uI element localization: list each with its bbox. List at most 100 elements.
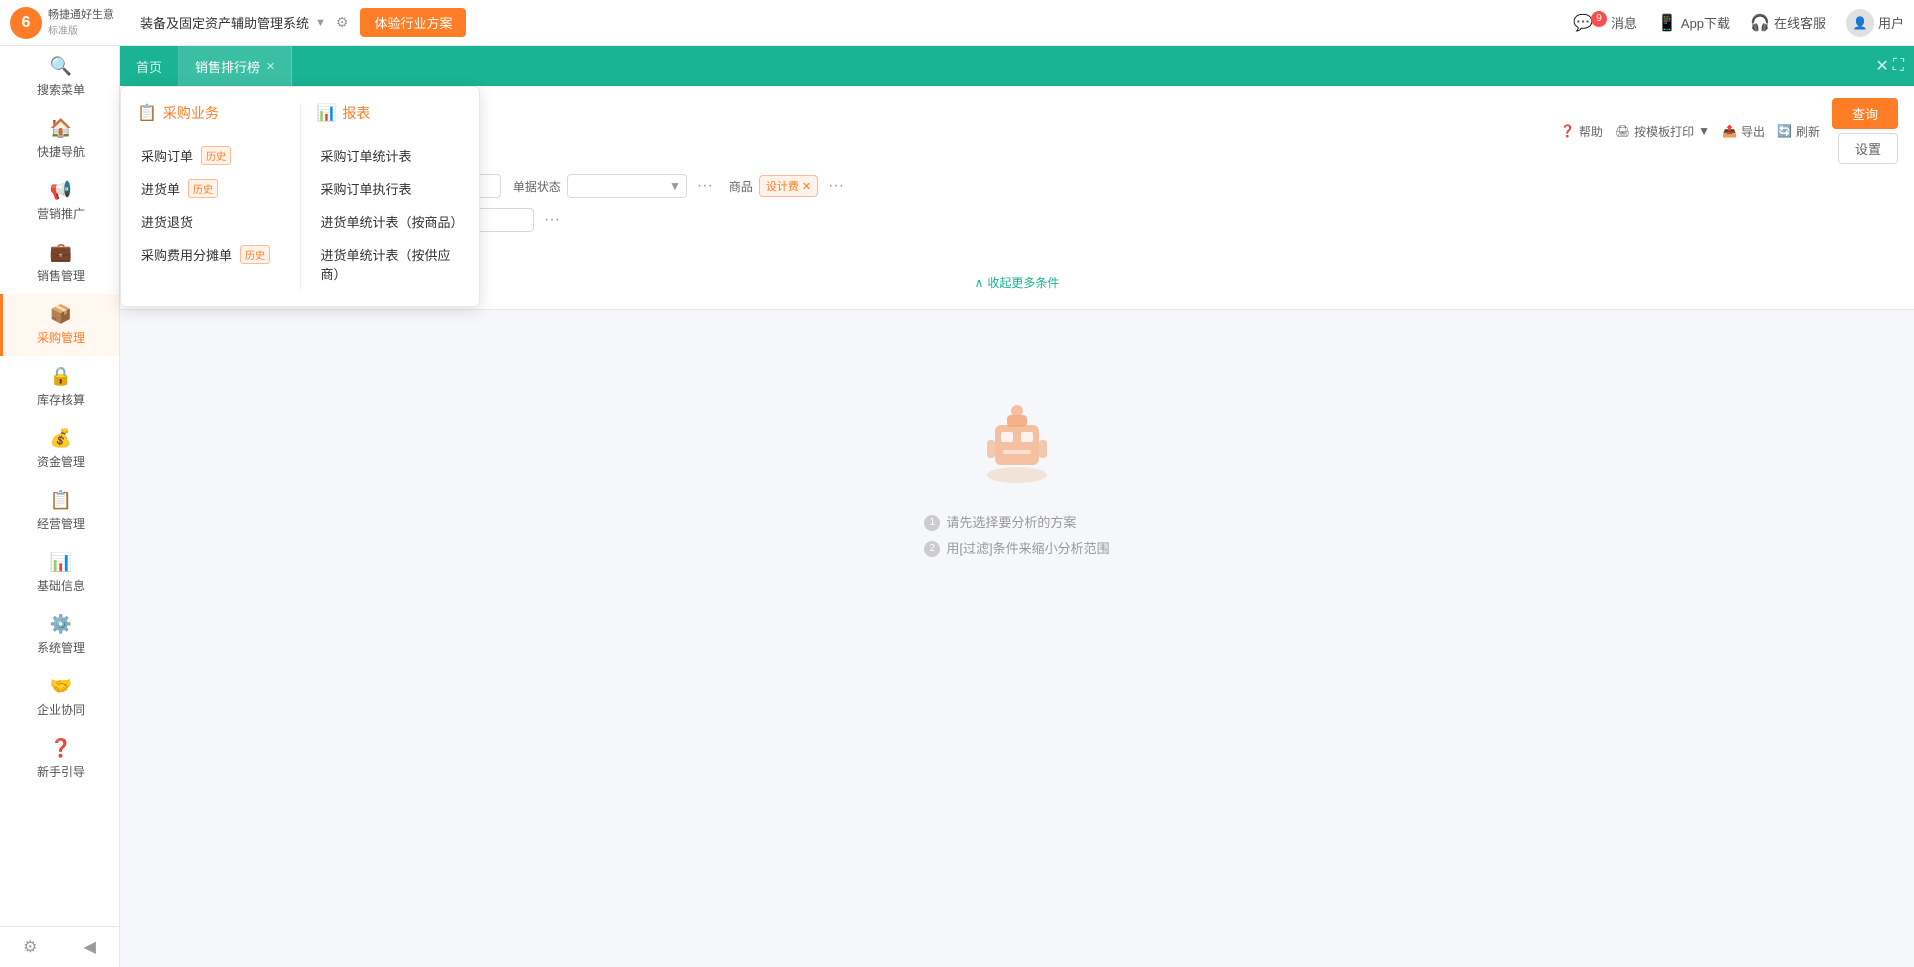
sidebar-item-guide[interactable]: ❓ 新手引导 [0, 728, 119, 790]
online-service-item[interactable]: 🎧 在线客服 [1750, 13, 1826, 33]
logo: 6 畅捷通好生意 标准版 [10, 7, 130, 39]
goods-label: 商品 [729, 178, 753, 195]
goods-tag-close[interactable]: ✕ [802, 180, 811, 193]
menu-item-purchase-order[interactable]: 采购订单 历史 [137, 139, 284, 172]
app-download-label: App下载 [1681, 13, 1730, 32]
sidebar-item-label: 采购管理 [37, 329, 85, 346]
app-download-item[interactable]: 📱 App下载 [1657, 13, 1730, 33]
settings-bottom-icon[interactable]: ⚙ [23, 937, 37, 957]
query-button[interactable]: 查询 [1832, 98, 1898, 129]
marketing-icon: 📢 [50, 180, 72, 201]
sidebar-item-label: 资金管理 [37, 453, 85, 470]
menu-divider [300, 103, 301, 290]
refresh-btn[interactable]: 🔄 刷新 [1777, 123, 1820, 140]
sidebar-item-label: 搜索菜单 [37, 81, 85, 98]
sidebar-item-purchase[interactable]: 📦 采购管理 [0, 294, 119, 356]
sidebar-item-label: 库存核算 [37, 391, 85, 408]
sidebar-item-label: 基础信息 [37, 577, 85, 594]
finance-icon: 💰 [50, 428, 72, 449]
stock-in-history-badge: 历史 [188, 179, 218, 198]
sidebar-item-system[interactable]: ⚙️ 系统管理 [0, 604, 119, 666]
purchase-section-title: 📋 采购业务 [137, 103, 284, 129]
sidebar-item-label: 销售管理 [37, 267, 85, 284]
industry-btn[interactable]: 体验行业方案 [360, 8, 466, 37]
sidebar-item-enterprise[interactable]: 🤝 企业协同 [0, 666, 119, 728]
tab-sales-rank-close[interactable]: ✕ [266, 60, 275, 73]
tab-close-all-icon[interactable]: ✕ [1875, 56, 1888, 76]
purchase-order-label: 采购订单 [141, 146, 193, 165]
goods-ellipsis[interactable]: ··· [824, 177, 848, 195]
basic-info-icon: 📊 [50, 552, 72, 573]
tab-sales-rank-label: 销售排行榜 [195, 57, 260, 76]
menu-item-stock-stats-supplier[interactable]: 进货单统计表（按供应商） [317, 238, 464, 290]
tab-expand-icon[interactable]: ⛶ [1893, 57, 1904, 75]
message-icon: 💬 [1573, 13, 1593, 33]
message-badge: 9 [1591, 11, 1607, 27]
operations-icon: 📋 [50, 490, 72, 511]
sidebar-item-label: 系统管理 [37, 639, 85, 656]
doc-status-select[interactable] [567, 174, 687, 198]
print-icon: 🖨 [1615, 124, 1630, 138]
stock-return-label: 进货退货 [141, 212, 193, 231]
phone-icon: 📱 [1657, 13, 1677, 33]
tip-num-1: 1 [924, 515, 940, 531]
purchase-dropdown-menu: 📋 采购业务 采购订单 历史 进货单 历史 进货退货 采购费用分摊单 历史 📊 … [120, 86, 480, 307]
po-exec-label: 采购订单执行表 [321, 179, 412, 198]
empty-tip-1: 1 请先选择要分析的方案 [924, 510, 1109, 536]
print-btn[interactable]: 🖨 按模板打印 ▼ [1615, 123, 1710, 140]
sidebar-item-search[interactable]: 🔍 搜索菜单 [0, 46, 119, 108]
menu-section-report: 📊 报表 采购订单统计表 采购订单执行表 进货单统计表（按商品） 进货单统计表（… [317, 103, 464, 290]
empty-illustration [967, 390, 1067, 490]
logo-text: 畅捷通好生意 [48, 8, 114, 22]
collapse-sidebar-icon[interactable]: ◀ [84, 937, 96, 957]
goods-tag: 设计费 ✕ [759, 175, 818, 197]
menu-item-purchase-expense[interactable]: 采购费用分摊单 历史 [137, 238, 284, 271]
tab-home-label: 首页 [136, 57, 162, 76]
salesperson-ellipsis[interactable]: ··· [540, 211, 564, 229]
menu-item-stock-return[interactable]: 进货退货 [137, 205, 284, 238]
print-label: 按模板打印 [1634, 123, 1694, 140]
user-label: 用户 [1878, 13, 1904, 32]
goods-tag-text: 设计费 [766, 178, 799, 194]
tip-text-1: 请先选择要分析的方案 [946, 510, 1076, 536]
doc-status-ellipsis[interactable]: ··· [693, 177, 717, 195]
sidebar-item-label: 快捷导航 [37, 143, 85, 160]
messages-label: 消息 [1611, 13, 1637, 32]
search-icon: 🔍 [50, 56, 72, 77]
stock-stats-goods-label: 进货单统计表（按商品） [321, 212, 460, 231]
print-dropdown-icon[interactable]: ▼ [1698, 124, 1710, 138]
user-item[interactable]: 👤 用户 [1846, 9, 1904, 37]
menu-item-po-stats[interactable]: 采购订单统计表 [317, 139, 464, 172]
system-selector[interactable]: 装备及固定资产辅助管理系统 ▼ ⚙ [140, 13, 348, 32]
menu-item-po-exec[interactable]: 采购订单执行表 [317, 172, 464, 205]
sidebar-item-sales[interactable]: 💼 销售管理 [0, 232, 119, 294]
sidebar-item-marketing[interactable]: 📢 营销推广 [0, 170, 119, 232]
sidebar-item-quick-nav[interactable]: 🏠 快捷导航 [0, 108, 119, 170]
sidebar-item-operations[interactable]: 📋 经营管理 [0, 480, 119, 542]
export-btn[interactable]: 📤 导出 [1722, 123, 1765, 140]
refresh-icon: 🔄 [1777, 124, 1792, 138]
export-icon: 📤 [1722, 124, 1737, 138]
sidebar: 🔍 搜索菜单 🏠 快捷导航 📢 营销推广 💼 销售管理 📦 采购管理 🔒 库存核… [0, 46, 120, 967]
filter-goods: 商品 设计费 ✕ ··· [729, 175, 848, 197]
topbar-right: 💬 9 消息 📱 App下载 🎧 在线客服 👤 用户 [1573, 9, 1904, 37]
sidebar-item-basic-info[interactable]: 📊 基础信息 [0, 542, 119, 604]
system-dropdown-arrow[interactable]: ▼ [315, 17, 326, 29]
tab-sales-rank[interactable]: 销售排行榜 ✕ [179, 46, 292, 86]
purchase-section-icon: 📋 [137, 103, 157, 123]
sidebar-bottom: ⚙ ◀ [0, 926, 119, 967]
system-gear-icon[interactable]: ⚙ [336, 14, 349, 31]
menu-item-stock-in[interactable]: 进货单 历史 [137, 172, 284, 205]
purchase-expense-history-badge: 历史 [240, 245, 270, 264]
sidebar-item-finance[interactable]: 💰 资金管理 [0, 418, 119, 480]
empty-state: 1 请先选择要分析的方案 2 用[过滤]条件来缩小分析范围 [120, 310, 1914, 642]
tab-home[interactable]: 首页 [120, 46, 179, 86]
collapse-chevron-icon: ∧ [975, 276, 984, 290]
help-btn[interactable]: ❓ 帮助 [1560, 123, 1603, 140]
po-stats-label: 采购订单统计表 [321, 146, 412, 165]
messages-item[interactable]: 💬 9 消息 [1573, 13, 1637, 33]
menu-item-stock-stats-goods[interactable]: 进货单统计表（按商品） [317, 205, 464, 238]
sidebar-item-inventory[interactable]: 🔒 库存核算 [0, 356, 119, 418]
export-label: 导出 [1741, 123, 1765, 140]
settings-button[interactable]: 设置 [1838, 133, 1898, 164]
